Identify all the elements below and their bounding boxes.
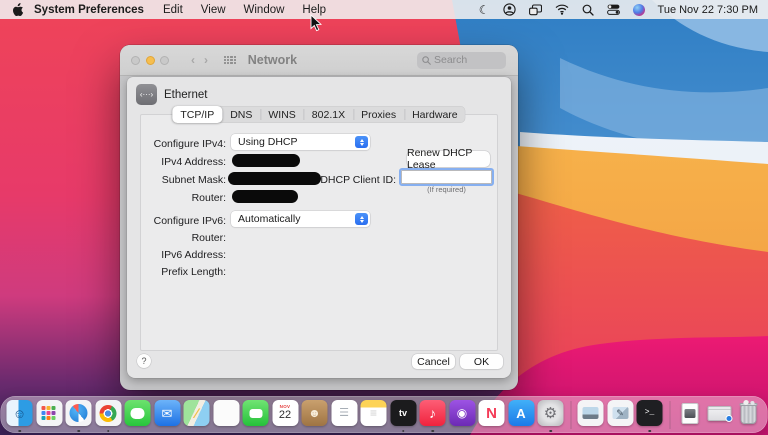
dock-item-preview[interactable]: ✎ bbox=[606, 397, 634, 432]
configure-ipv4-value: Using DHCP bbox=[231, 136, 355, 148]
subnet-mask-label: Subnet Mask: bbox=[127, 174, 226, 186]
control-center-icon[interactable] bbox=[607, 0, 620, 19]
menu-item-view[interactable]: View bbox=[192, 4, 235, 16]
ok-button[interactable]: OK bbox=[460, 354, 503, 369]
mouse-cursor bbox=[310, 14, 322, 32]
renew-dhcp-lease-button[interactable]: Renew DHCP Lease bbox=[407, 151, 490, 167]
configure-ipv6-popup[interactable]: Automatically bbox=[231, 211, 370, 227]
dock-item-news[interactable]: N bbox=[478, 397, 506, 432]
dhcp-client-id-input[interactable] bbox=[401, 170, 492, 184]
dock-item-music[interactable]: ♪ bbox=[419, 397, 447, 432]
tab-hardware[interactable]: Hardware bbox=[404, 106, 466, 123]
dock-item-terminal[interactable]: >_ bbox=[636, 397, 664, 432]
dock-item-reminders[interactable]: ☰ bbox=[330, 397, 358, 432]
tab-bar: TCP/IPDNSWINS802.1XProxiesHardware bbox=[172, 106, 465, 123]
popup-stepper-icon bbox=[355, 213, 368, 225]
dock-item-document[interactable] bbox=[676, 397, 704, 432]
do-not-disturb-icon[interactable]: ☾ bbox=[479, 0, 490, 19]
configure-ipv6-value: Automatically bbox=[231, 213, 355, 225]
ipv6-router-label: Router: bbox=[127, 232, 226, 244]
dock-item-trash[interactable] bbox=[735, 397, 763, 432]
show-all-icon[interactable] bbox=[224, 56, 236, 65]
ethernet-icon: ‹···› bbox=[136, 84, 157, 105]
user-account-icon[interactable] bbox=[503, 0, 516, 19]
wifi-icon[interactable] bbox=[555, 0, 569, 19]
screen-mirroring-icon[interactable] bbox=[529, 0, 542, 19]
forward-icon[interactable]: › bbox=[204, 53, 208, 67]
dock-divider bbox=[570, 401, 571, 429]
spotlight-icon[interactable] bbox=[582, 0, 594, 19]
dock-item-safari[interactable] bbox=[65, 397, 93, 432]
dock-divider bbox=[669, 401, 670, 429]
close-button[interactable] bbox=[131, 56, 140, 65]
minimize-button[interactable] bbox=[146, 56, 155, 65]
tab-wins[interactable]: WINS bbox=[260, 106, 303, 123]
dock-item-app-store[interactable]: A bbox=[507, 397, 535, 432]
menu-item-edit[interactable]: Edit bbox=[154, 4, 192, 16]
dock-item-notes[interactable]: ≡ bbox=[360, 397, 388, 432]
dock: ☺ ✉∕ NOV22☻☰≡tv♪◉NA⚙ ✎>_ bbox=[1, 396, 768, 433]
dock-item-system-preferences[interactable]: ⚙ bbox=[537, 397, 565, 432]
router-label: Router: bbox=[127, 192, 226, 204]
apple-menu-icon[interactable] bbox=[13, 3, 24, 16]
search-icon bbox=[422, 56, 431, 65]
siri-icon[interactable] bbox=[633, 0, 645, 19]
cancel-button[interactable]: Cancel bbox=[412, 354, 455, 369]
ipv4-address-redacted-value bbox=[232, 154, 300, 167]
ethernet-sheet: ‹···› Ethernet TCP/IPDNSWINS802.1XProxie… bbox=[127, 77, 511, 378]
help-button[interactable]: ? bbox=[137, 354, 151, 368]
tab-tcp-ip[interactable]: TCP/IP bbox=[172, 106, 222, 123]
dock-item-launchpad[interactable] bbox=[35, 397, 63, 432]
menu-item-window[interactable]: Window bbox=[235, 4, 294, 16]
service-name: Ethernet bbox=[164, 89, 207, 101]
dock-item-messages[interactable] bbox=[124, 397, 152, 432]
dock-item-chrome[interactable] bbox=[94, 397, 122, 432]
running-indicator-dot bbox=[549, 430, 552, 433]
tab-proxies[interactable]: Proxies bbox=[353, 106, 404, 123]
back-icon[interactable]: ‹ bbox=[191, 53, 195, 67]
window-titlebar[interactable]: ‹ › Network Search bbox=[120, 45, 518, 76]
configure-ipv4-label: Configure IPv4: bbox=[127, 138, 226, 150]
ipv6-address-label: IPv6 Address: bbox=[127, 249, 226, 261]
zoom-button[interactable] bbox=[160, 56, 169, 65]
desktop: System Preferences EditViewWindowHelp ☾ … bbox=[0, 0, 768, 435]
tab-802-1x[interactable]: 802.1X bbox=[304, 106, 353, 123]
ipv4-address-label: IPv4 Address: bbox=[127, 156, 226, 168]
dock-item-mail[interactable]: ✉ bbox=[153, 397, 181, 432]
dock-item-minimized-window[interactable] bbox=[705, 397, 733, 432]
dock-item-facetime[interactable] bbox=[242, 397, 270, 432]
running-indicator-dot bbox=[648, 430, 651, 433]
dhcp-client-id-label: DHCP Client ID: bbox=[287, 174, 396, 186]
prefix-length-label: Prefix Length: bbox=[127, 266, 226, 278]
window-title: Network bbox=[248, 53, 297, 67]
configure-ipv4-popup[interactable]: Using DHCP bbox=[231, 134, 370, 150]
running-indicator-dot bbox=[402, 430, 405, 433]
search-field[interactable]: Search bbox=[417, 52, 506, 69]
dhcp-client-id-hint: (If required) bbox=[401, 185, 492, 194]
dock-item-maps[interactable]: ∕ bbox=[183, 397, 211, 432]
dock-item-image-viewer[interactable] bbox=[577, 397, 605, 432]
router-redacted-value bbox=[232, 190, 298, 203]
menu-app-name[interactable]: System Preferences bbox=[30, 4, 154, 16]
popup-stepper-icon bbox=[355, 136, 368, 148]
menu-clock[interactable]: Tue Nov 22 7:30 PM bbox=[658, 4, 758, 16]
search-placeholder: Search bbox=[434, 54, 467, 66]
running-indicator-dot bbox=[77, 430, 80, 433]
running-indicator-dot bbox=[107, 430, 110, 433]
dock-item-photos[interactable] bbox=[212, 397, 240, 432]
dock-item-contacts[interactable]: ☻ bbox=[301, 397, 329, 432]
dock-item-finder[interactable]: ☺ bbox=[6, 397, 34, 432]
configure-ipv6-label: Configure IPv6: bbox=[127, 215, 226, 227]
network-window: ‹ › Network Search ‹···› Ethernet TCP/IP… bbox=[120, 45, 518, 390]
running-indicator-dot bbox=[431, 430, 434, 433]
running-indicator-dot bbox=[18, 430, 21, 433]
menu-bar: System Preferences EditViewWindowHelp ☾ … bbox=[0, 0, 768, 19]
dock-item-podcasts[interactable]: ◉ bbox=[448, 397, 476, 432]
tab-dns[interactable]: DNS bbox=[222, 106, 260, 123]
dock-item-calendar[interactable]: NOV22 bbox=[271, 397, 299, 432]
dock-item-apple-tv[interactable]: tv bbox=[389, 397, 417, 432]
